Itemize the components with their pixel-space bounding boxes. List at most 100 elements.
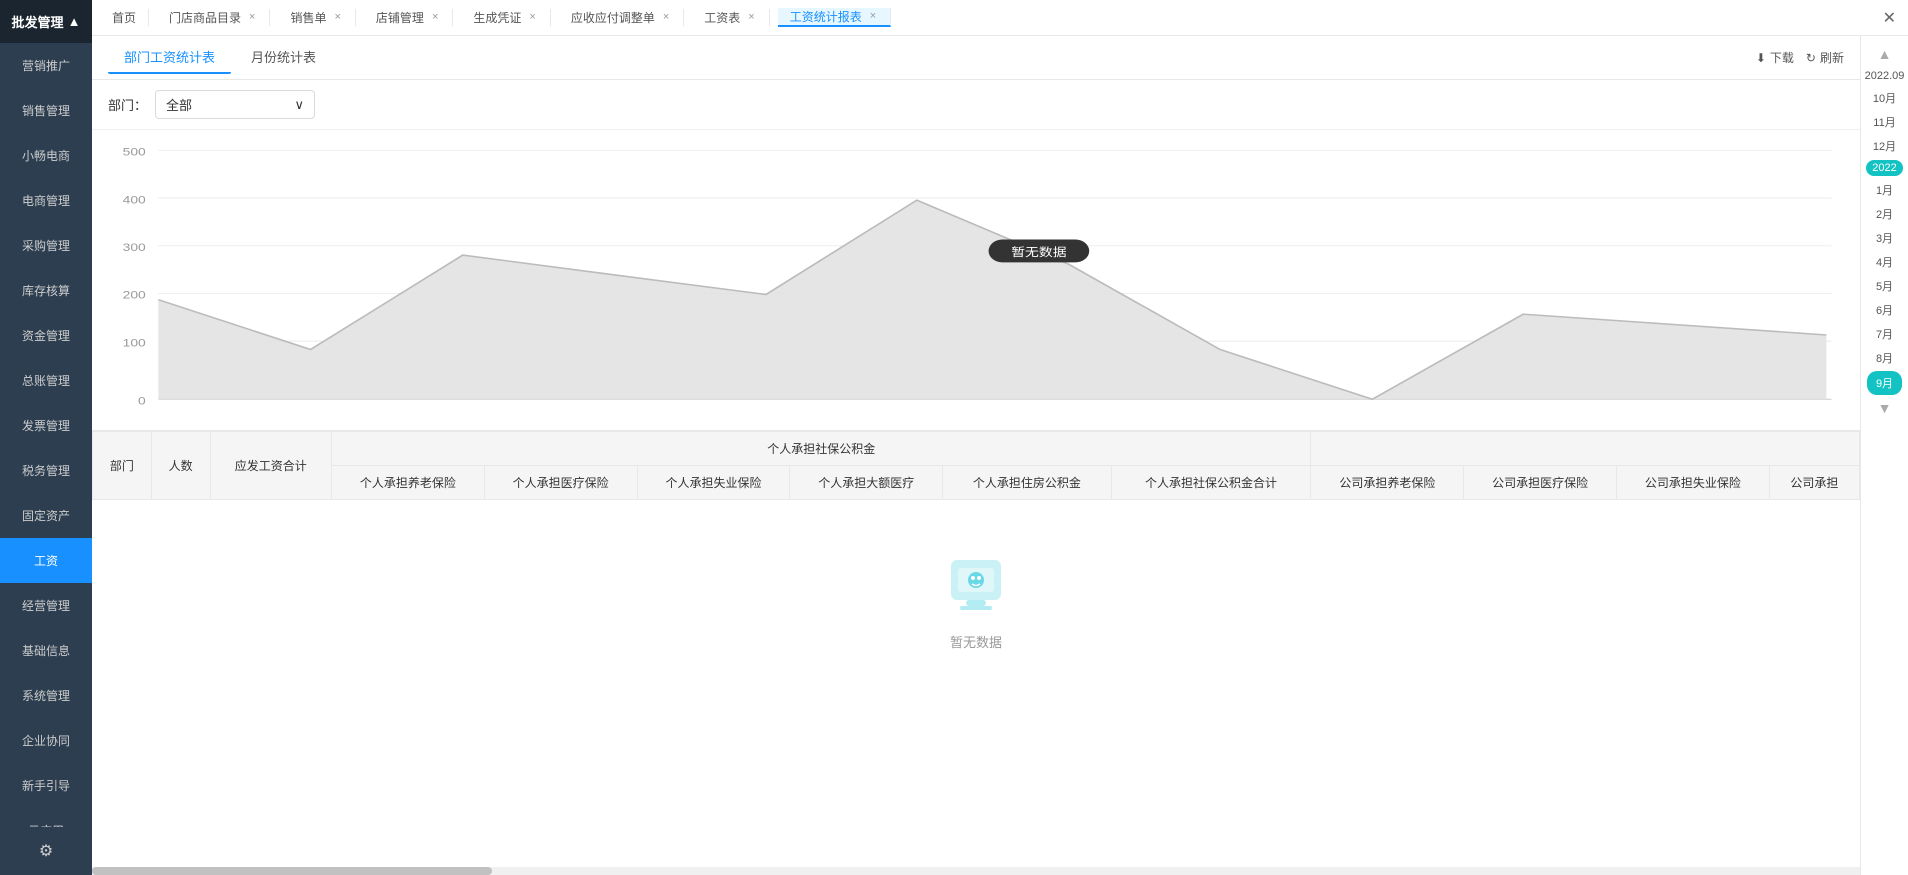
col-company-pension: 公司承担养老保险 (1311, 466, 1464, 500)
timeline-month-10[interactable]: 10月 (1861, 86, 1908, 110)
sidebar-item-cooperation[interactable]: 企业协同 (0, 718, 92, 763)
sidebar-item-assets[interactable]: 固定资产 (0, 493, 92, 538)
sidebar-item-ecommerce-small[interactable]: 小畅电商 (0, 133, 92, 178)
table-area: 部门 人数 应发工资合计 个人承担社保公积金 个人承担养老保险 个人承担医疗保险… (92, 430, 1860, 867)
svg-text:0: 0 (138, 395, 146, 408)
content-area: 部门工资统计表月份统计表 ⬇ 下载 ↻ 刷新 部门： 全部 ∨ (92, 36, 1908, 875)
timeline-year-2022[interactable]: 2022 (1866, 160, 1902, 176)
sidebar-item-ecommerce[interactable]: 电商管理 (0, 178, 92, 223)
svg-text:100: 100 (123, 336, 146, 349)
col-personal-pension: 个人承担养老保险 (331, 466, 484, 500)
col-dept: 部门 (93, 432, 152, 500)
table-header-row1: 部门 人数 应发工资合计 个人承担社保公积金 (93, 432, 1860, 466)
tab-close-voucher[interactable]: × (527, 11, 537, 24)
tab-close-payroll[interactable]: × (746, 11, 756, 24)
tab-close-adjustment[interactable]: × (661, 11, 671, 24)
tab-label-store-catalog: 门店商品目录 (169, 9, 241, 26)
tab-close-store-catalog[interactable]: × (247, 11, 257, 24)
page-content: 部门工资统计表月份统计表 ⬇ 下载 ↻ 刷新 部门： 全部 ∨ (92, 36, 1860, 875)
tab-label-voucher: 生成凭证 (473, 9, 521, 26)
timeline-month-7[interactable]: 7月 (1861, 322, 1908, 346)
sidebar-item-purchase[interactable]: 采购管理 (0, 223, 92, 268)
timeline-month-1[interactable]: 1月 (1861, 178, 1908, 202)
table-header-row2: 个人承担养老保险 个人承担医疗保险 个人承担失业保险 个人承担大额医疗 个人承担… (93, 466, 1860, 500)
settings-icon: ⚙ (39, 843, 53, 860)
table-empty-row: 暂无数据 (93, 500, 1860, 692)
tab-close-sales-order[interactable]: × (332, 11, 342, 24)
col-total-salary: 应发工资合计 (210, 432, 331, 500)
tab-close-store-mgmt[interactable]: × (430, 11, 440, 24)
tab-store-mgmt[interactable]: 店铺管理× (364, 9, 453, 26)
main-area: 首页门店商品目录×销售单×店铺管理×生成凭证×应收应付调整单×工资表×工资统计报… (92, 0, 1908, 875)
sub-tab-dept-salary[interactable]: 部门工资统计表 (108, 41, 231, 74)
sidebar-item-system[interactable]: 系统管理 (0, 673, 92, 718)
timeline-panel: ▲ 2022.09 10月 11月 12月 2022 1月 2月 3月 4月 5… (1860, 36, 1908, 875)
timeline-month-9[interactable]: 9月 (1867, 371, 1902, 395)
tab-label-home: 首页 (112, 9, 136, 26)
timeline-month-12[interactable]: 12月 (1861, 134, 1908, 158)
refresh-button[interactable]: ↻ 刷新 (1806, 49, 1844, 66)
sidebar-item-salary[interactable]: 工资 (0, 538, 92, 583)
chart-svg: 500 400 300 200 100 0 (108, 140, 1844, 420)
tab-sales-order[interactable]: 销售单 × (278, 9, 355, 26)
col-company-insurance-group (1311, 432, 1860, 466)
tab-home[interactable]: 首页 (100, 9, 149, 26)
timeline-month-2[interactable]: 2月 (1861, 202, 1908, 226)
chevron-down-icon: ∨ (295, 97, 305, 113)
table-scrollbar[interactable] (92, 867, 1860, 875)
tab-store-catalog[interactable]: 门店商品目录 × (157, 9, 270, 26)
sidebar-item-ledger[interactable]: 总账管理 (0, 358, 92, 403)
col-headcount: 人数 (151, 432, 210, 500)
tab-close-salary-report[interactable]: × (868, 10, 878, 23)
sidebar-item-sales[interactable]: 销售管理 (0, 88, 92, 133)
tab-voucher[interactable]: 生成凭证 × (461, 9, 550, 26)
tab-payroll[interactable]: 工资表 × (692, 9, 769, 26)
empty-icon (936, 540, 1016, 620)
timeline-month-5[interactable]: 5月 (1861, 274, 1908, 298)
sub-tab-month-stats[interactable]: 月份统计表 (235, 41, 332, 74)
sidebar-item-tax[interactable]: 税务管理 (0, 448, 92, 493)
download-icon: ⬇ (1756, 51, 1766, 65)
col-personal-unemployment: 个人承担失业保险 (637, 466, 790, 500)
filter-bar: 部门： 全部 ∨ (92, 80, 1860, 130)
col-personal-housing-fund: 个人承担住房公积金 (943, 466, 1111, 500)
scrollbar-thumb[interactable] (92, 867, 492, 875)
dept-filter-value: 全部 (166, 95, 192, 114)
sidebar-item-invoice[interactable]: 发票管理 (0, 403, 92, 448)
timeline-up-arrow[interactable]: ▲ (1874, 42, 1896, 66)
tab-adjustment[interactable]: 应收应付调整单× (559, 9, 684, 26)
sidebar-item-guide[interactable]: 新手引导 (0, 763, 92, 808)
col-personal-major-medical: 个人承担大额医疗 (790, 466, 943, 500)
timeline-month-4[interactable]: 4月 (1861, 250, 1908, 274)
timeline-month-6[interactable]: 6月 (1861, 298, 1908, 322)
empty-text: 暂无数据 (950, 632, 1002, 651)
tab-salary-report[interactable]: 工资统计报表 × (778, 8, 891, 27)
sidebar-item-basic[interactable]: 基础信息 (0, 628, 92, 673)
sidebar-header[interactable]: 批发管理 ▲ (0, 0, 92, 43)
dept-filter-select[interactable]: 全部 ∨ (155, 90, 315, 119)
sidebar-item-operation[interactable]: 经营管理 (0, 583, 92, 628)
sidebar-collapse-icon: ▲ (68, 14, 81, 29)
timeline-down-arrow[interactable]: ▼ (1874, 396, 1896, 420)
sidebar-item-inventory[interactable]: 库存核算 (0, 268, 92, 313)
timeline-month-11[interactable]: 11月 (1861, 110, 1908, 134)
sidebar-item-finance[interactable]: 资金管理 (0, 313, 92, 358)
svg-text:500: 500 (123, 146, 146, 159)
sidebar-header-label: 批发管理 (12, 12, 64, 31)
sidebar-footer[interactable]: ⚙ (0, 827, 92, 875)
sidebar-item-marketing[interactable]: 营销推广 (0, 43, 92, 88)
sidebar-item-cloud[interactable]: 云应用 (0, 808, 92, 827)
tab-bar-close-btn[interactable]: ✕ (1879, 6, 1900, 30)
tab-label-salary-report: 工资统计报表 (790, 8, 862, 25)
col-company-other: 公司承担 (1769, 466, 1859, 500)
svg-text:暂无数据: 暂无数据 (1011, 246, 1067, 259)
timeline-month-3[interactable]: 3月 (1861, 226, 1908, 250)
tab-bar-right-actions: ✕ (1871, 6, 1908, 30)
svg-text:300: 300 (123, 241, 146, 254)
timeline-month-8[interactable]: 8月 (1861, 346, 1908, 370)
timeline-top-date: 2022.09 (1863, 66, 1907, 86)
svg-text:200: 200 (123, 289, 146, 302)
tab-label-payroll: 工资表 (704, 9, 740, 26)
tab-label-sales-order: 销售单 (290, 9, 326, 26)
download-button[interactable]: ⬇ 下载 (1756, 49, 1794, 66)
